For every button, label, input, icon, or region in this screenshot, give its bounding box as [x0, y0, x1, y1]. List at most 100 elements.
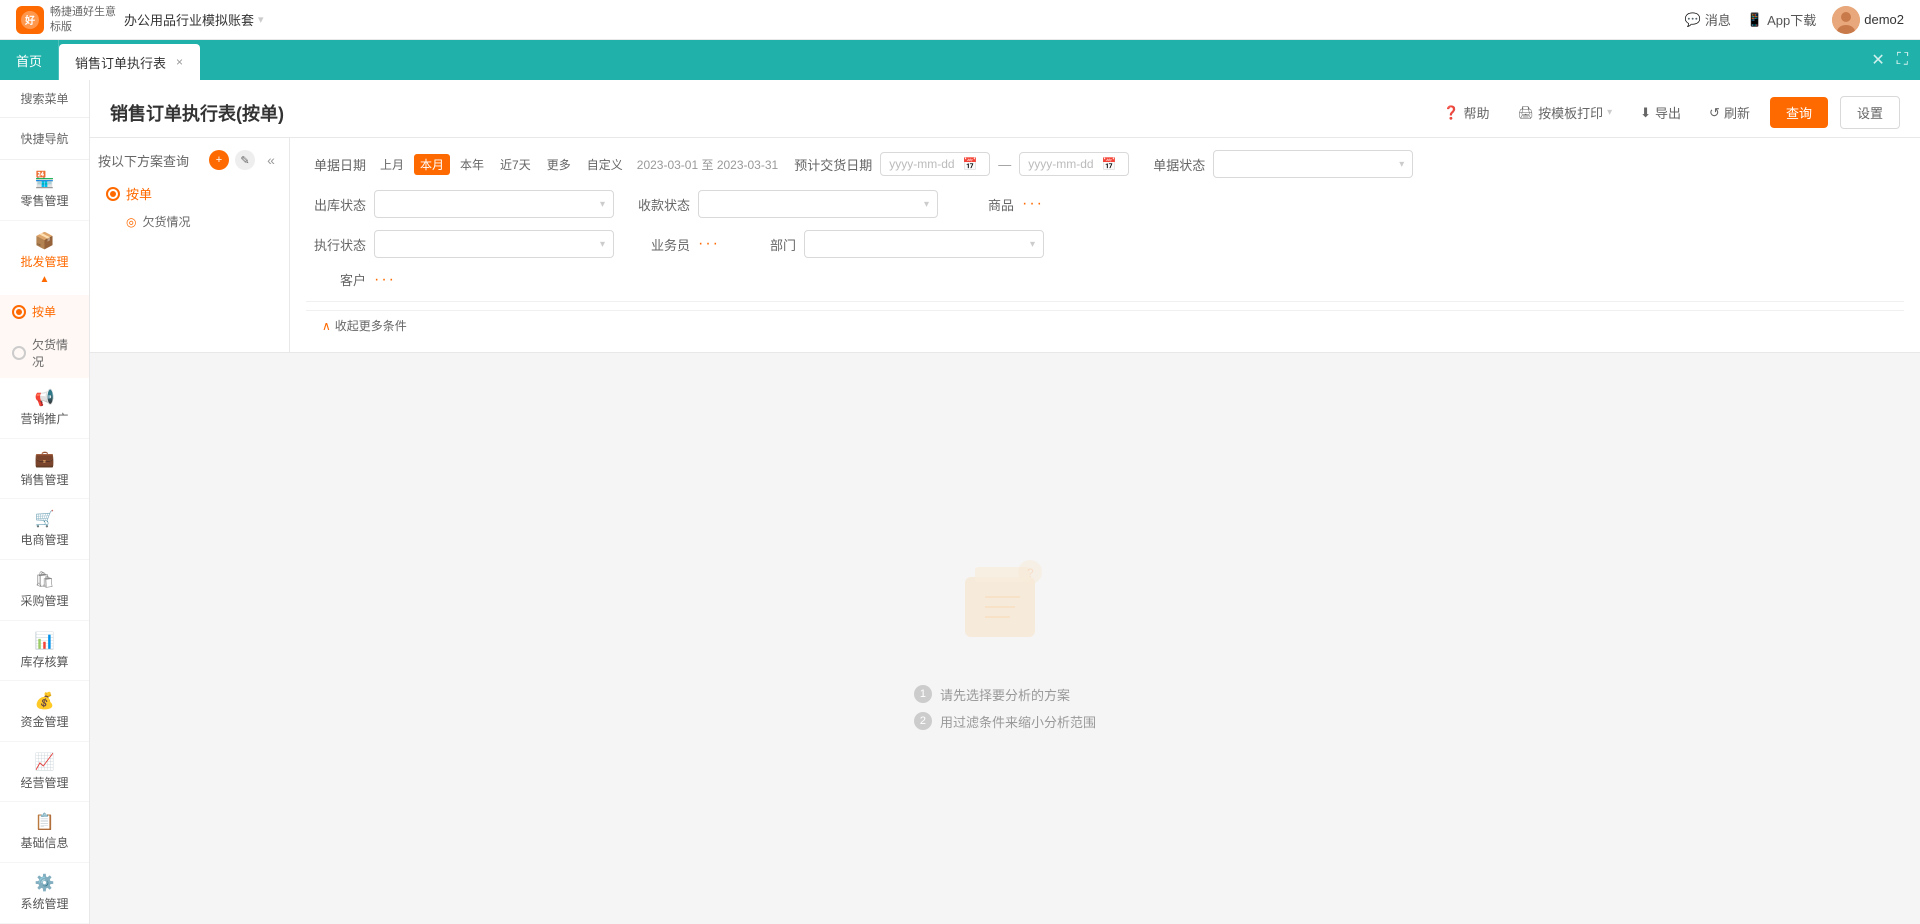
salesman-select-button[interactable]: ···	[698, 235, 720, 253]
sidebar-inventory-label: 库存核算	[20, 655, 68, 671]
sidebar-item-ecommerce[interactable]: 🛒 电商管理	[0, 499, 89, 560]
filter-receive-status-item: 收款状态 ▾	[630, 190, 938, 218]
marketing-icon: 📢	[35, 388, 55, 408]
sidebar-item-sales[interactable]: 💼 销售管理	[0, 439, 89, 500]
filter-expected-date-item: 预计交货日期 yyyy-mm-dd 📅 — yyyy-mm-dd 📅	[794, 152, 1129, 176]
date-btn-last7[interactable]: 近7天	[494, 154, 537, 175]
scheme-label-order: 按单	[126, 184, 152, 203]
app-icon: 📱	[1747, 12, 1763, 28]
customer-select-button[interactable]: ···	[374, 271, 396, 289]
filter-expected-date-label: 预计交货日期	[794, 155, 872, 174]
content-area: 销售订单执行表(按单) ❓ 帮助 🖨 按模板打印 ▾ ⬇ 导出 ↺ 刷新	[90, 80, 1920, 924]
collapse-up-icon: ∧	[322, 319, 331, 333]
empty-step-1: 1 请先选择要分析的方案	[914, 685, 1096, 704]
date-separator: —	[998, 157, 1011, 172]
logo-icon: 好	[16, 6, 44, 34]
date-btn-this-month[interactable]: 本月	[414, 154, 450, 175]
sidebar-wholesale-label: 批发管理	[20, 255, 68, 271]
filter-out-status-label: 出库状态	[306, 195, 366, 214]
filter-dept-item: 部门 ▾	[736, 230, 1044, 258]
refresh-button[interactable]: ↺ 刷新	[1701, 99, 1758, 126]
doc-status-chevron-icon: ▾	[1399, 159, 1404, 170]
breadcrumb-arrow-icon[interactable]: ▾	[258, 13, 264, 26]
scheme-item-order[interactable]: 按单	[98, 178, 281, 209]
system-icon: ⚙️	[35, 873, 55, 893]
topbar-right: 💬 消息 📱 App下载 demo2	[1685, 6, 1904, 34]
topbar-left: 好 畅捷通好生意 标版 办公用品行业模拟账套 ▾	[16, 5, 264, 34]
query-button[interactable]: 查询	[1770, 97, 1828, 128]
tab-home[interactable]: 首页	[0, 40, 59, 80]
out-status-select[interactable]: ▾	[374, 190, 614, 218]
user-avatar[interactable]: demo2	[1832, 6, 1904, 34]
sidebar-item-inventory[interactable]: 📊 库存核算	[0, 621, 89, 682]
user-name: demo2	[1864, 12, 1904, 27]
filter-row-4: 客户 ···	[306, 270, 1904, 289]
sidebar-item-purchase[interactable]: 🛍 采购管理	[0, 560, 89, 621]
collapse-more-button[interactable]: ∧ 收起更多条件	[306, 310, 1904, 340]
filter-date-label: 单据日期	[306, 155, 366, 174]
doc-status-select[interactable]: ▾	[1213, 150, 1413, 178]
retail-icon: 🏪	[35, 170, 55, 190]
filter-collapse-area: ∧ 收起更多条件	[306, 301, 1904, 340]
receive-status-select[interactable]: ▾	[698, 190, 938, 218]
tabbar-actions: ✕ ⛶	[1859, 40, 1920, 80]
goods-select-button[interactable]: ···	[1022, 195, 1044, 213]
filter-date-item: 单据日期 上月 本月 本年 近7天 更多 自定义 2023-03-01 至 20…	[306, 154, 778, 175]
settings-button[interactable]: 设置	[1840, 96, 1900, 129]
sidebar-quick-nav-label[interactable]: 快捷导航	[0, 126, 89, 151]
message-icon: 💬	[1685, 12, 1701, 28]
empty-state: ? 1 请先选择要分析的方案 2 用过滤条件来缩小分析范围	[90, 353, 1920, 924]
tab-sales-order-exec[interactable]: 销售订单执行表 ×	[59, 44, 200, 80]
sub-item-order[interactable]: 按单	[0, 295, 89, 328]
dept-select[interactable]: ▾	[804, 230, 1044, 258]
sidebar-quick-nav[interactable]: 快捷导航	[0, 118, 89, 160]
tab-close-window-icon[interactable]: ✕	[1871, 50, 1884, 70]
sidebar-item-retail[interactable]: 🏪 零售管理	[0, 160, 89, 221]
wholesale-submenu: 按单 欠货情况	[0, 295, 89, 378]
wholesale-icon: 📦	[35, 231, 55, 251]
collapse-scheme-button[interactable]: «	[261, 150, 281, 170]
expected-date-to-input[interactable]: yyyy-mm-dd 📅	[1019, 152, 1129, 176]
filter-receive-status-label: 收款状态	[630, 195, 690, 214]
message-button[interactable]: 💬 消息	[1685, 10, 1731, 29]
date-btn-last-month[interactable]: 上月	[374, 154, 410, 175]
scheme-dot-order	[106, 187, 120, 201]
sidebar-search[interactable]: 搜索菜单	[0, 80, 89, 118]
scheme-sub-credit[interactable]: ◎ 欠货情况	[98, 209, 281, 234]
print-icon: 🖨	[1518, 105, 1535, 121]
sub-item-credit[interactable]: 欠货情况	[0, 328, 89, 378]
sidebar-item-marketing[interactable]: 📢 营销推广	[0, 378, 89, 439]
date-btn-custom[interactable]: 自定义	[581, 154, 629, 175]
filter-scheme-title: 按以下方案查询	[98, 151, 189, 170]
sidebar-item-basic[interactable]: 📋 基础信息	[0, 802, 89, 863]
sidebar-purchase-label: 采购管理	[20, 594, 68, 610]
date-quick-buttons: 上月 本月 本年 近7天 更多 自定义	[374, 154, 629, 175]
filter-scheme-panel: 按以下方案查询 + ✎ «	[90, 138, 290, 352]
help-button[interactable]: ❓ 帮助	[1435, 99, 1497, 126]
filter-row-1: 单据日期 上月 本月 本年 近7天 更多 自定义 2023-03-01 至 20…	[306, 150, 1904, 178]
date-btn-this-year[interactable]: 本年	[454, 154, 490, 175]
sidebar-finance-label: 资金管理	[20, 715, 68, 731]
sidebar-item-system[interactable]: ⚙️ 系统管理	[0, 863, 89, 924]
tab-maximize-icon[interactable]: ⛶	[1897, 51, 1908, 69]
tabbar: 首页 销售订单执行表 × ✕ ⛶	[0, 40, 1920, 80]
empty-steps: 1 请先选择要分析的方案 2 用过滤条件来缩小分析范围	[914, 685, 1096, 731]
add-scheme-button[interactable]: +	[209, 150, 229, 170]
sales-icon: 💼	[35, 449, 55, 469]
sidebar-item-finance[interactable]: 💰 资金管理	[0, 681, 89, 742]
export-button[interactable]: ⬇ 导出	[1632, 99, 1689, 126]
tab-close-icon[interactable]: ×	[176, 55, 183, 69]
expected-date-from-input[interactable]: yyyy-mm-dd 📅	[880, 152, 990, 176]
filter-date-group: 上月 本月 本年 近7天 更多 自定义 2023-03-01 至 2023-03…	[374, 154, 778, 175]
sidebar-item-wholesale[interactable]: 📦 批发管理 ▲	[0, 221, 89, 296]
exec-status-select[interactable]: ▾	[374, 230, 614, 258]
edit-scheme-button[interactable]: ✎	[235, 150, 255, 170]
page-title: 销售订单执行表(按单)	[110, 100, 284, 126]
app-download-button[interactable]: 📱 App下载	[1747, 10, 1816, 29]
sidebar-search-label[interactable]: 搜索菜单	[8, 90, 81, 107]
date-btn-more[interactable]: 更多	[541, 154, 577, 175]
sidebar-item-operation[interactable]: 📈 经营管理	[0, 742, 89, 803]
filter-conditions: 单据日期 上月 本月 本年 近7天 更多 自定义 2023-03-01 至 20…	[290, 138, 1920, 352]
print-button[interactable]: 🖨 按模板打印 ▾	[1510, 99, 1621, 126]
breadcrumb: 办公用品行业模拟账套 ▾	[124, 10, 264, 29]
